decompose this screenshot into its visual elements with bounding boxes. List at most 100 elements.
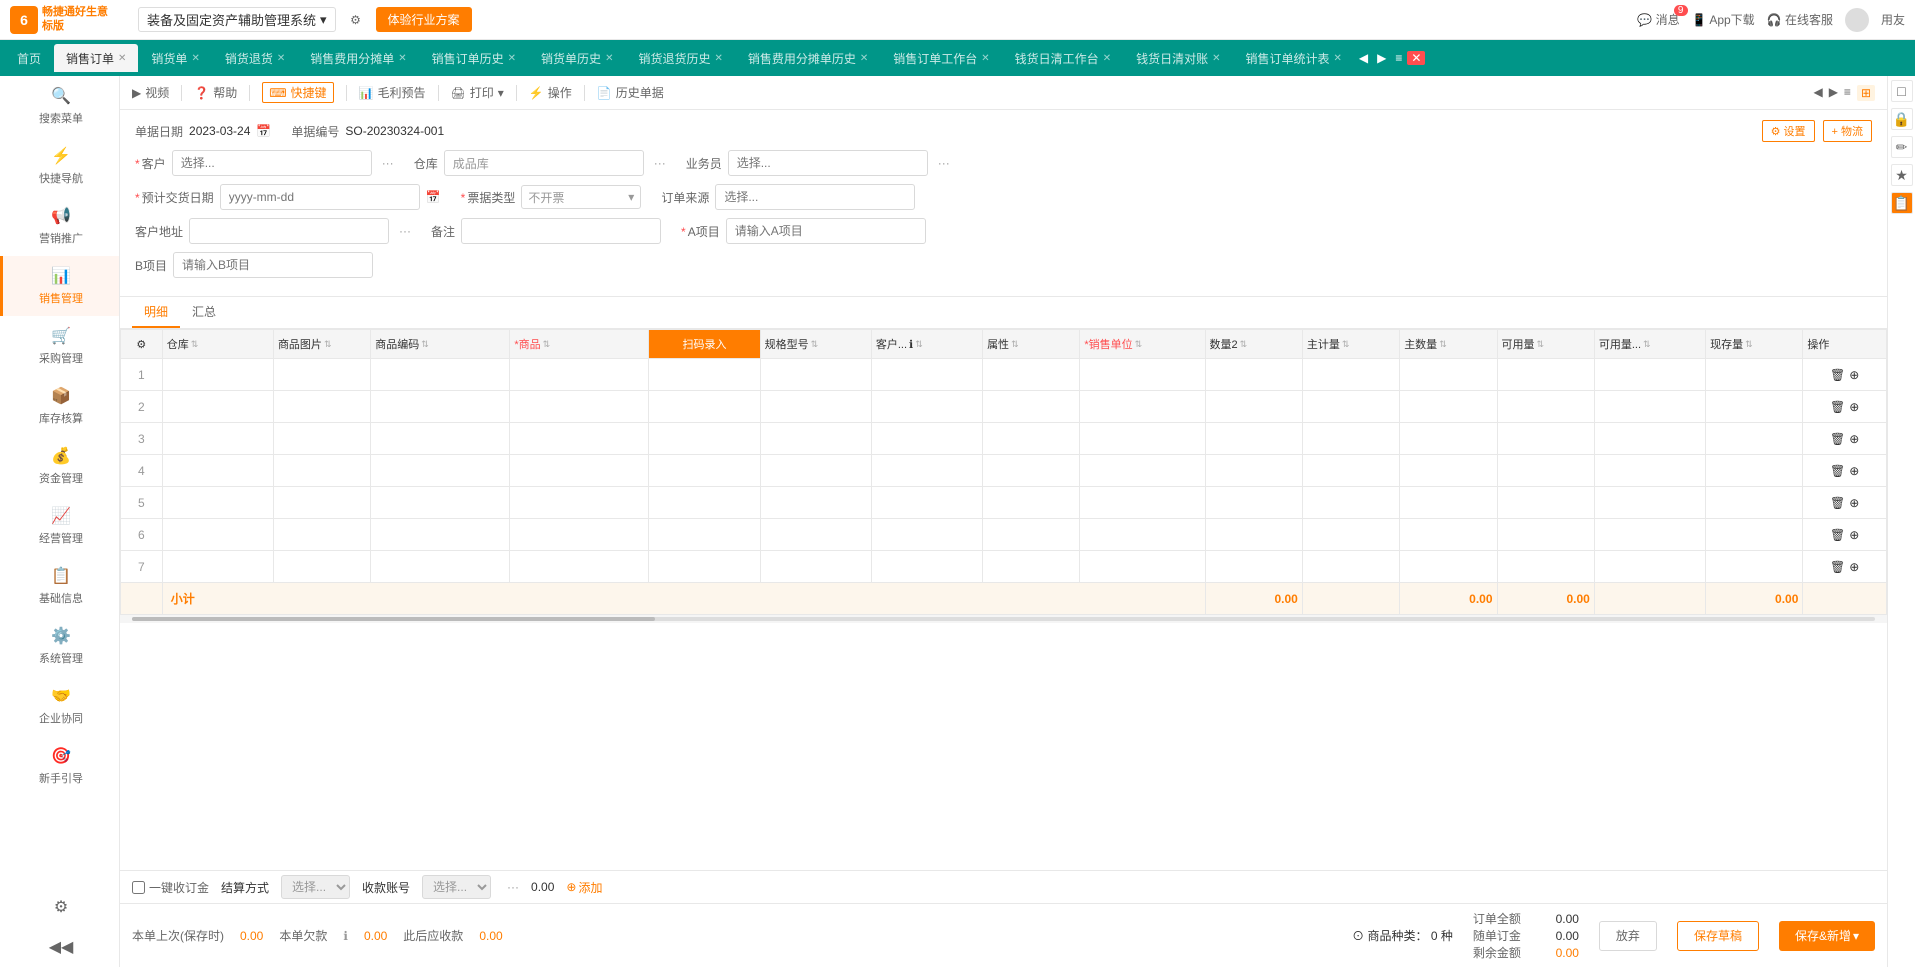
toolbar-nav-prev[interactable]: ◀ xyxy=(1813,85,1822,101)
copy-icon[interactable]: ⊕ xyxy=(1849,432,1859,446)
save-draft-button[interactable]: 保存草稿 xyxy=(1677,921,1759,951)
td-available[interactable] xyxy=(1497,455,1594,487)
add-payment-btn[interactable]: ⊕ 添加 xyxy=(566,879,602,896)
td-qty2[interactable] xyxy=(1205,519,1302,551)
td-cust-code[interactable] xyxy=(871,455,982,487)
td-cust-code[interactable] xyxy=(871,519,982,551)
td-unit[interactable] xyxy=(1080,487,1205,519)
td-stock[interactable] xyxy=(1706,519,1803,551)
sidebar-item-finance[interactable]: 💰 资金管理 xyxy=(0,436,119,496)
delete-icon[interactable]: 🗑 xyxy=(1830,368,1845,382)
th-customer-code[interactable]: 客户...ℹ⇅ xyxy=(871,330,982,359)
delete-icon[interactable]: 🗑 xyxy=(1830,496,1845,510)
td-main-qty[interactable] xyxy=(1400,455,1497,487)
th-main-unit[interactable]: 主计量⇅ xyxy=(1302,330,1399,359)
sidebar-item-inventory[interactable]: 📦 库存核算 xyxy=(0,376,119,436)
tab-invoice-history[interactable]: 销货单历史 ✕ xyxy=(529,44,625,72)
delete-icon[interactable]: 🗑 xyxy=(1830,464,1845,478)
td-available2[interactable] xyxy=(1594,551,1705,583)
td-stock[interactable] xyxy=(1706,391,1803,423)
td-stock[interactable] xyxy=(1706,359,1803,391)
save-new-button[interactable]: 保存&新增 ▾ xyxy=(1779,921,1875,951)
sidebar-item-basic[interactable]: 📋 基础信息 xyxy=(0,556,119,616)
td-stock[interactable] xyxy=(1706,487,1803,519)
td-available2[interactable] xyxy=(1594,455,1705,487)
td-spec[interactable] xyxy=(760,551,871,583)
td-attr[interactable] xyxy=(983,391,1080,423)
td-main-unit[interactable] xyxy=(1302,359,1399,391)
td-stock[interactable] xyxy=(1706,423,1803,455)
tab-expense[interactable]: 销售费用分摊单 ✕ xyxy=(298,44,418,72)
tabs-close-all[interactable]: ✕ xyxy=(1407,51,1425,65)
right-btn-5[interactable]: 📋 xyxy=(1891,192,1913,214)
account-more[interactable]: ··· xyxy=(507,880,519,894)
td-spec[interactable] xyxy=(760,455,871,487)
td-unit[interactable] xyxy=(1080,519,1205,551)
td-product[interactable] xyxy=(510,487,649,519)
td-attr[interactable] xyxy=(983,551,1080,583)
sidebar-item-guide[interactable]: 🎯 新手引导 xyxy=(0,736,119,796)
close-icon[interactable]: ✕ xyxy=(981,53,989,64)
close-icon[interactable]: ✕ xyxy=(1212,53,1220,64)
copy-icon[interactable]: ⊕ xyxy=(1849,464,1859,478)
td-warehouse[interactable] xyxy=(162,359,273,391)
td-available[interactable] xyxy=(1497,487,1594,519)
tab-detail[interactable]: 明细 xyxy=(132,297,180,328)
copy-icon[interactable]: ⊕ xyxy=(1849,496,1859,510)
th-scan[interactable]: 扫码录入 xyxy=(649,330,760,359)
delete-icon[interactable]: 🗑 xyxy=(1830,560,1845,574)
td-main-unit[interactable] xyxy=(1302,455,1399,487)
td-attr[interactable] xyxy=(983,487,1080,519)
td-qty2[interactable] xyxy=(1205,455,1302,487)
sidebar-item-quicknav[interactable]: ⚡ 快捷导航 xyxy=(0,136,119,196)
th-spec[interactable]: 规格型号⇅ xyxy=(760,330,871,359)
set-button[interactable]: ⚙ 设置 xyxy=(1762,120,1815,142)
td-stock[interactable] xyxy=(1706,455,1803,487)
td-product[interactable] xyxy=(510,391,649,423)
td-cust-code[interactable] xyxy=(871,391,982,423)
td-code[interactable] xyxy=(371,391,510,423)
right-btn-3[interactable]: ✏ xyxy=(1891,136,1913,158)
tab-expense-history[interactable]: 销售费用分摊单历史 ✕ xyxy=(736,44,880,72)
right-btn-4[interactable]: ★ xyxy=(1891,164,1913,186)
td-qty2[interactable] xyxy=(1205,359,1302,391)
one-click-check[interactable] xyxy=(132,881,145,894)
delete-icon[interactable]: 🗑 xyxy=(1830,528,1845,542)
td-scan[interactable] xyxy=(649,551,760,583)
td-cust-code[interactable] xyxy=(871,487,982,519)
td-code[interactable] xyxy=(371,359,510,391)
td-product[interactable] xyxy=(510,423,649,455)
td-scan[interactable] xyxy=(649,455,760,487)
td-warehouse[interactable] xyxy=(162,423,273,455)
message-area[interactable]: 💬 消息 9 xyxy=(1637,11,1679,28)
add-button[interactable]: + 物流 xyxy=(1823,120,1872,142)
td-main-unit[interactable] xyxy=(1302,391,1399,423)
right-btn-2[interactable]: 🔒 xyxy=(1891,108,1913,130)
td-product[interactable] xyxy=(510,551,649,583)
th-product-code[interactable]: 商品编码⇅ xyxy=(371,330,510,359)
close-icon[interactable]: ✕ xyxy=(1103,53,1111,64)
sidebar-item-search[interactable]: 🔍 搜索菜单 xyxy=(0,76,119,136)
td-img[interactable] xyxy=(273,551,370,583)
copy-icon[interactable]: ⊕ xyxy=(1849,528,1859,542)
td-main-qty[interactable] xyxy=(1400,551,1497,583)
staff-input[interactable] xyxy=(728,150,928,176)
td-cust-code[interactable] xyxy=(871,551,982,583)
td-scan[interactable] xyxy=(649,519,760,551)
toolbar-operations[interactable]: ⚡ 操作 xyxy=(529,84,572,101)
scrollbar-thumb[interactable] xyxy=(132,617,655,621)
warehouse-input[interactable] xyxy=(444,150,644,176)
tabs-next[interactable]: ▶ xyxy=(1373,51,1390,65)
tab-daily-workbench[interactable]: 钱货日清工作台 ✕ xyxy=(1003,44,1123,72)
td-qty2[interactable] xyxy=(1205,423,1302,455)
tab-summary[interactable]: 汇总 xyxy=(180,297,228,328)
tab-invoice[interactable]: 销货单 ✕ xyxy=(139,44,211,72)
delivery-input[interactable] xyxy=(220,184,420,210)
td-qty2[interactable] xyxy=(1205,391,1302,423)
td-attr[interactable] xyxy=(983,455,1080,487)
close-icon[interactable]: ✕ xyxy=(398,53,406,64)
address-input[interactable] xyxy=(189,218,389,244)
td-unit[interactable] xyxy=(1080,359,1205,391)
td-main-qty[interactable] xyxy=(1400,423,1497,455)
toolbar-nav-next[interactable]: ▶ xyxy=(1829,85,1838,101)
